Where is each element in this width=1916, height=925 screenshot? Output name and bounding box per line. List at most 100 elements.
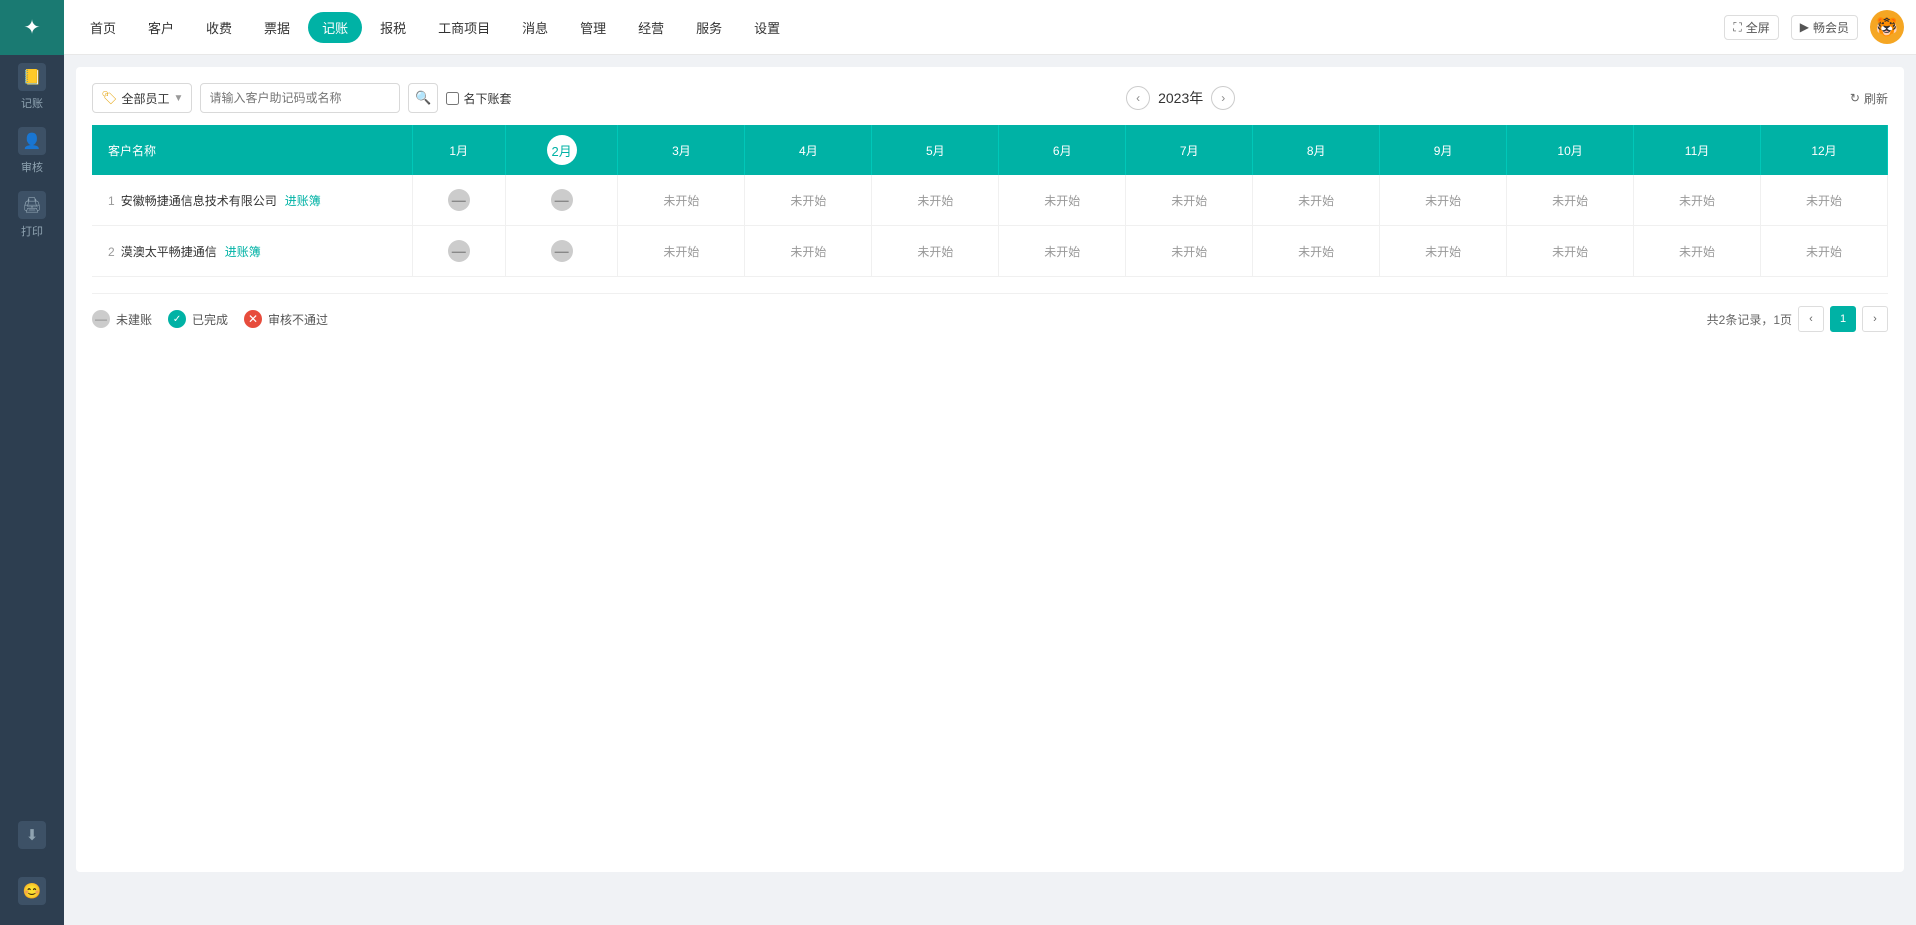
not-started-status: 未开始 bbox=[1552, 245, 1588, 259]
not-started-status: 未开始 bbox=[1298, 194, 1334, 208]
vip-icon: ▶ bbox=[1800, 20, 1809, 34]
table-row: 1安徽畅捷通信息技术有限公司进账簿——未开始未开始未开始未开始未开始未开始未开始… bbox=[92, 175, 1888, 226]
sidebar-item-label: 记账 bbox=[21, 95, 43, 111]
vip-label: 畅会员 bbox=[1813, 19, 1849, 36]
month-cell-8: 未开始 bbox=[1253, 175, 1380, 226]
nav-operation[interactable]: 经营 bbox=[624, 12, 678, 43]
not-started-status: 未开始 bbox=[1806, 194, 1842, 208]
vip-button[interactable]: ▶ 畅会员 bbox=[1791, 15, 1858, 40]
search-button[interactable]: 🔍 bbox=[408, 83, 438, 113]
dash-status-icon: — bbox=[448, 240, 470, 262]
support-icon: 😊 bbox=[18, 877, 46, 905]
month-cell-2[interactable]: — bbox=[505, 226, 618, 277]
month-cell-1[interactable]: — bbox=[412, 175, 505, 226]
employee-icon: 🏷 bbox=[101, 90, 118, 106]
enter-ledger-link[interactable]: 进账簿 bbox=[225, 245, 261, 259]
prev-page-button[interactable]: ‹ bbox=[1798, 306, 1824, 332]
month-cell-3: 未开始 bbox=[618, 175, 745, 226]
nav-settings[interactable]: 设置 bbox=[740, 12, 794, 43]
sidebar-item-audit[interactable]: 👤 审核 bbox=[0, 119, 64, 183]
col-oct: 10月 bbox=[1507, 125, 1634, 175]
customer-search-input[interactable] bbox=[200, 83, 400, 113]
not-started-status: 未开始 bbox=[1425, 194, 1461, 208]
table-row: 2漠澳太平畅捷通信进账簿——未开始未开始未开始未开始未开始未开始未开始未开始未开… bbox=[92, 226, 1888, 277]
month-cell-8: 未开始 bbox=[1253, 226, 1380, 277]
month-cell-7: 未开始 bbox=[1126, 175, 1253, 226]
sidebar-item-support[interactable]: 😊 bbox=[0, 867, 64, 915]
year-nav: ‹ 2023年 › bbox=[1126, 86, 1235, 110]
dash-status-icon: — bbox=[448, 189, 470, 211]
year-next-button[interactable]: › bbox=[1211, 86, 1235, 110]
bookkeeping-icon: 📒 bbox=[18, 63, 46, 91]
not-started-status: 未开始 bbox=[917, 245, 953, 259]
nav-service[interactable]: 服务 bbox=[682, 12, 736, 43]
month-cell-1[interactable]: — bbox=[412, 226, 505, 277]
col-sep: 9月 bbox=[1380, 125, 1507, 175]
bookkeeping-table: 客户名称 1月 2月 3月 4月 5月 6月 7月 8月 9月 bbox=[92, 125, 1888, 277]
not-started-status: 未开始 bbox=[663, 245, 699, 259]
nav-bookkeeping[interactable]: 记账 bbox=[308, 12, 362, 43]
not-built-icon: — bbox=[92, 310, 110, 328]
col-aug: 8月 bbox=[1253, 125, 1380, 175]
checkbox-label-text: 名下账套 bbox=[463, 90, 511, 107]
rejected-icon: ✕ bbox=[244, 310, 262, 328]
nav-invoice[interactable]: 票据 bbox=[250, 12, 304, 43]
employee-select[interactable]: 🏷 全部员工 ▼ bbox=[92, 83, 192, 113]
col-jun: 6月 bbox=[999, 125, 1126, 175]
nav-home[interactable]: 首页 bbox=[76, 12, 130, 43]
nav-billing[interactable]: 收费 bbox=[192, 12, 246, 43]
nav-customer[interactable]: 客户 bbox=[134, 12, 188, 43]
not-started-status: 未开始 bbox=[1679, 194, 1715, 208]
enter-ledger-link[interactable]: 进账簿 bbox=[285, 194, 321, 208]
sidebar-item-download[interactable]: ⬇ bbox=[0, 811, 64, 859]
sidebar-item-bookkeeping[interactable]: 📒 记账 bbox=[0, 55, 64, 119]
col-nov: 11月 bbox=[1634, 125, 1761, 175]
page-1-button[interactable]: 1 bbox=[1830, 306, 1856, 332]
nav-tax[interactable]: 报税 bbox=[366, 12, 420, 43]
my-accounts-checkbox[interactable] bbox=[446, 92, 459, 105]
active-month-indicator: 2月 bbox=[547, 135, 577, 165]
month-cell-11: 未开始 bbox=[1634, 175, 1761, 226]
rejected-label: 审核不通过 bbox=[268, 311, 328, 328]
customer-name: 安徽畅捷通信息技术有限公司 bbox=[121, 194, 277, 208]
not-started-status: 未开始 bbox=[1806, 245, 1842, 259]
col-jul: 7月 bbox=[1126, 125, 1253, 175]
month-cell-9: 未开始 bbox=[1380, 175, 1507, 226]
col-customer-name: 客户名称 bbox=[92, 125, 412, 175]
next-page-button[interactable]: › bbox=[1862, 306, 1888, 332]
legend-completed: ✓ 已完成 bbox=[168, 310, 228, 328]
refresh-button[interactable]: ↻ 刷新 bbox=[1850, 90, 1888, 107]
filter-bar: 🏷 全部员工 ▼ 🔍 名下账套 ‹ 2023年 › bbox=[92, 83, 1888, 113]
sidebar: ✦ 📒 记账 👤 审核 🖨 打印 ⬇ 😊 bbox=[0, 0, 64, 925]
not-started-status: 未开始 bbox=[1425, 245, 1461, 259]
legend-not-built: — 未建账 bbox=[92, 310, 152, 328]
not-started-status: 未开始 bbox=[790, 245, 826, 259]
sidebar-bottom: ⬇ 😊 bbox=[0, 811, 64, 915]
nav-message[interactable]: 消息 bbox=[508, 12, 562, 43]
month-cell-7: 未开始 bbox=[1126, 226, 1253, 277]
col-feb: 2月 bbox=[505, 125, 618, 175]
month-cell-4: 未开始 bbox=[745, 226, 872, 277]
topbar-nav: 首页 客户 收费 票据 记账 报税 工商项目 消息 管理 经营 服务 设置 bbox=[76, 12, 1724, 43]
month-cell-9: 未开始 bbox=[1380, 226, 1507, 277]
col-mar: 3月 bbox=[618, 125, 745, 175]
row-number: 2 bbox=[108, 245, 115, 259]
fullscreen-button[interactable]: ⛶ 全屏 bbox=[1724, 15, 1778, 40]
col-may: 5月 bbox=[872, 125, 999, 175]
month-cell-2[interactable]: — bbox=[505, 175, 618, 226]
not-started-status: 未开始 bbox=[1552, 194, 1588, 208]
sidebar-item-print[interactable]: 🖨 打印 bbox=[0, 183, 64, 247]
sidebar-item-label: 打印 bbox=[21, 223, 43, 239]
nav-business[interactable]: 工商项目 bbox=[424, 12, 504, 43]
table-container: 客户名称 1月 2月 3月 4月 5月 6月 7月 8月 9月 bbox=[92, 125, 1888, 277]
topbar: 首页 客户 收费 票据 记账 报税 工商项目 消息 管理 经营 服务 设置 ⛶ … bbox=[64, 0, 1916, 55]
total-records-text: 共2条记录，1页 bbox=[1707, 311, 1792, 328]
dash-status-icon: — bbox=[551, 189, 573, 211]
my-accounts-checkbox-label[interactable]: 名下账套 bbox=[446, 90, 511, 107]
col-jan: 1月 bbox=[412, 125, 505, 175]
not-started-status: 未开始 bbox=[790, 194, 826, 208]
dash-status-icon: — bbox=[551, 240, 573, 262]
year-prev-button[interactable]: ‹ bbox=[1126, 86, 1150, 110]
user-avatar[interactable]: 🐯 bbox=[1870, 10, 1904, 44]
nav-manage[interactable]: 管理 bbox=[566, 12, 620, 43]
